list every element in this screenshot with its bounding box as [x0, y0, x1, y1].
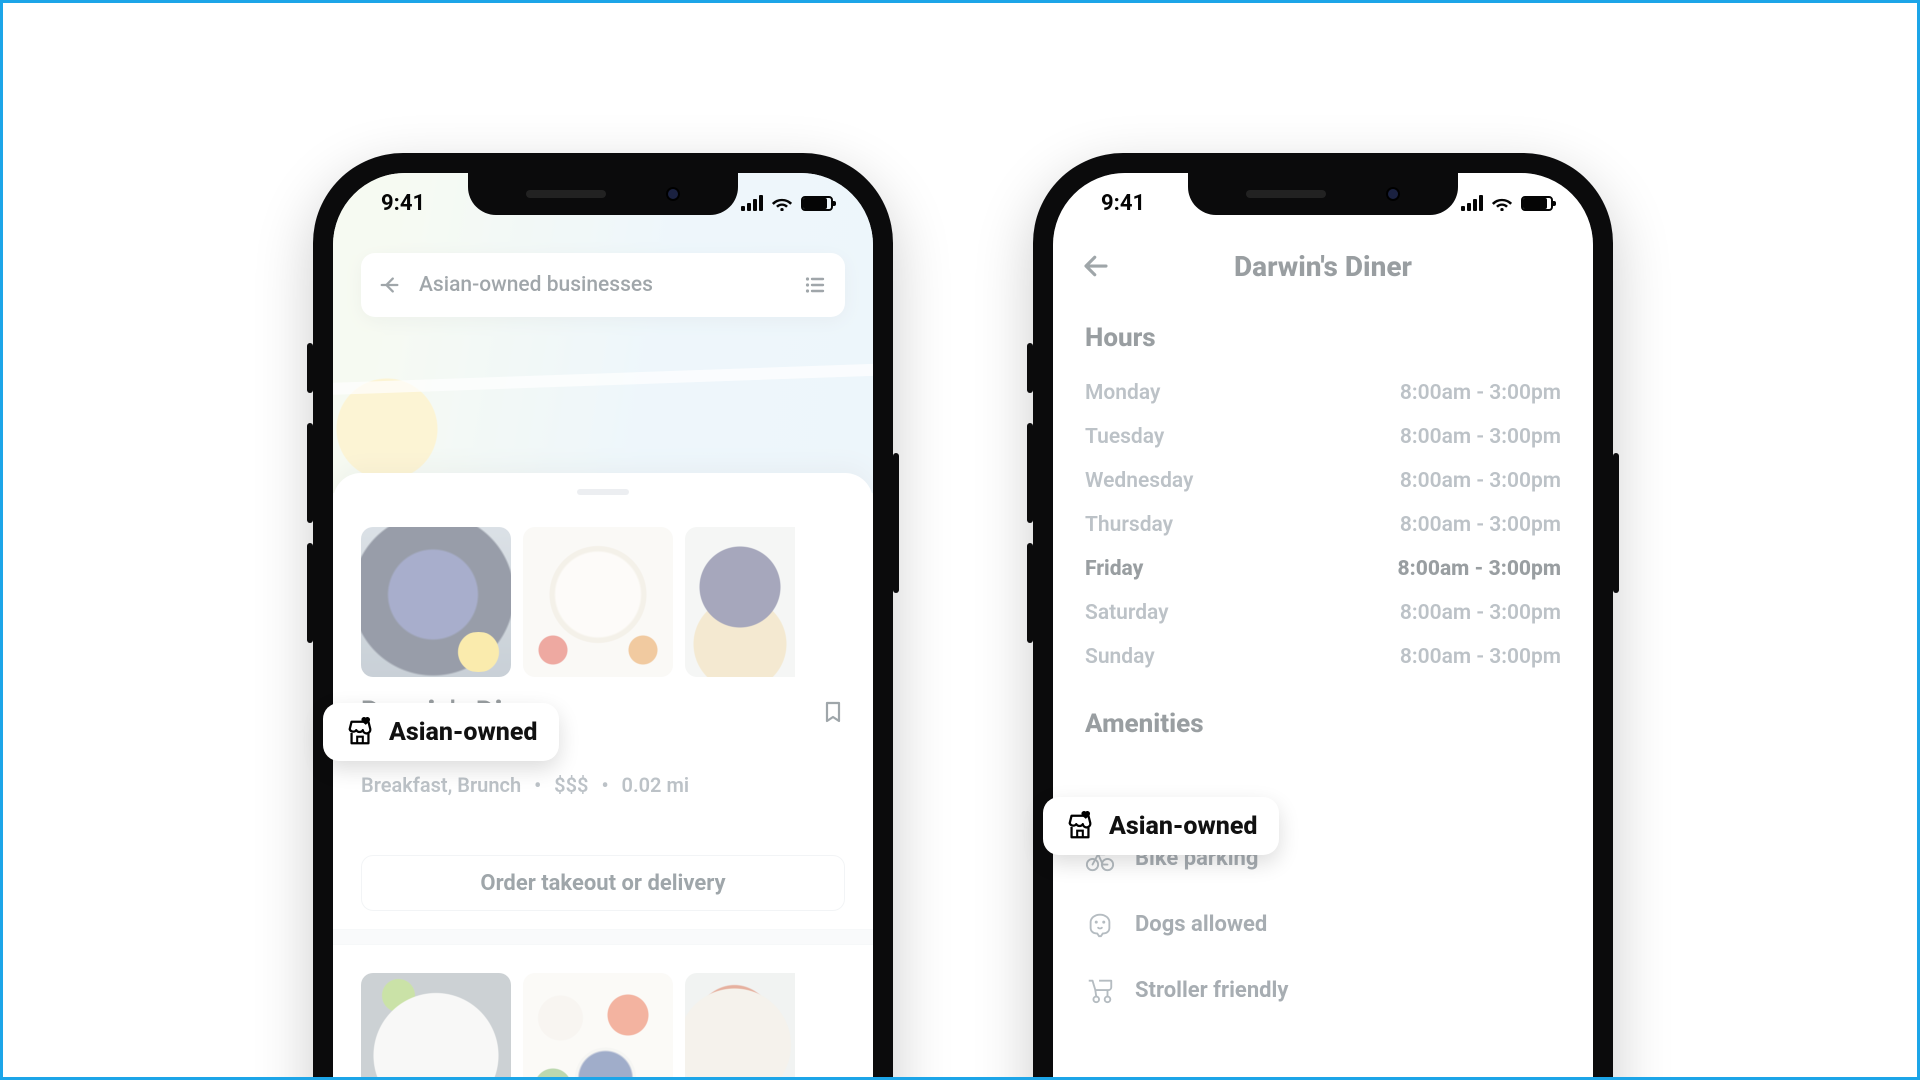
chip-label: Asian-owned	[389, 718, 537, 747]
hours-row-mon: Monday8:00am - 3:00pm	[1085, 371, 1561, 415]
phone-frame-detail: 9:41 Darwin's Diner Hours Monday8:00am -…	[1033, 153, 1613, 1077]
section-divider	[333, 929, 873, 945]
hours-section: Hours Monday8:00am - 3:00pm Tuesday8:00a…	[1053, 303, 1593, 689]
bookmark-icon[interactable]	[821, 697, 845, 727]
attribute-chip-asian-owned[interactable]: Asian-owned	[323, 703, 559, 761]
results-sheet[interactable]: Darwin's Diner 189	[333, 473, 873, 1077]
hours-row-sat: Saturday8:00am - 3:00pm	[1085, 591, 1561, 635]
phone-side-button	[307, 343, 313, 393]
status-time: 9:41	[381, 191, 425, 216]
wifi-icon	[771, 195, 793, 211]
page-title: Darwin's Diner	[1234, 250, 1412, 283]
store-heart-icon	[345, 717, 375, 747]
hours-row-thu: Thursday8:00am - 3:00pm	[1085, 503, 1561, 547]
cellular-icon	[741, 195, 763, 211]
business-photo[interactable]	[523, 973, 673, 1077]
hours-row-wed: Wednesday8:00am - 3:00pm	[1085, 459, 1561, 503]
business-photo[interactable]	[685, 973, 795, 1077]
sheet-grabber[interactable]	[577, 489, 629, 495]
chip-label: Asian-owned	[1109, 812, 1257, 841]
phone-side-button	[307, 543, 313, 643]
back-icon[interactable]	[379, 274, 401, 296]
list-view-icon[interactable]	[803, 273, 827, 297]
hours-row-sun: Sunday8:00am - 3:00pm	[1085, 635, 1561, 679]
detail-header: Darwin's Diner	[1053, 229, 1593, 303]
photo-carousel[interactable]	[361, 973, 845, 1077]
meta-price: $$$	[554, 773, 588, 797]
device-notch	[468, 173, 738, 215]
stroller-icon	[1085, 975, 1115, 1005]
device-notch	[1188, 173, 1458, 215]
dog-icon	[1085, 909, 1115, 939]
amenity-label: Dogs allowed	[1135, 912, 1267, 937]
phone-side-button	[1027, 423, 1033, 523]
amenity-label: Stroller friendly	[1135, 978, 1288, 1003]
business-card[interactable]: Cook's Crazy Rolls	[333, 969, 873, 1077]
hours-row-fri: Friday8:00am - 3:00pm	[1085, 547, 1561, 591]
photo-carousel[interactable]	[361, 527, 845, 677]
amenity-row-stroller-friendly: Stroller friendly	[1085, 957, 1561, 1023]
meta-distance: 0.02 mi	[622, 773, 690, 797]
hours-row-tue: Tuesday8:00am - 3:00pm	[1085, 415, 1561, 459]
screen-detail: 9:41 Darwin's Diner Hours Monday8:00am -…	[1053, 173, 1593, 1077]
battery-icon	[1521, 196, 1553, 211]
business-meta: Breakfast, Brunch • $$$ • 0.02 mi	[361, 773, 845, 797]
phone-side-button	[1613, 453, 1619, 593]
amenity-row-dogs-allowed: Dogs allowed	[1085, 891, 1561, 957]
amenities-heading: Amenities	[1085, 709, 1561, 739]
attribute-chip-asian-owned[interactable]: Asian-owned	[1043, 797, 1279, 855]
business-photo[interactable]	[361, 527, 511, 677]
status-time: 9:41	[1101, 191, 1145, 216]
meta-categories: Breakfast, Brunch	[361, 773, 521, 797]
phone-side-button	[1027, 543, 1033, 643]
screen-search: 9:41 Pier 33 Asian-owned businesses	[333, 173, 873, 1077]
store-heart-icon	[1065, 811, 1095, 841]
business-photo[interactable]	[361, 973, 511, 1077]
amenities-section: Amenities Bike parking Dogs allowed Stro…	[1053, 689, 1593, 1033]
business-photo[interactable]	[523, 527, 673, 677]
order-button-label: Order takeout or delivery	[480, 871, 725, 896]
wifi-icon	[1491, 195, 1513, 211]
hours-heading: Hours	[1085, 323, 1561, 353]
phone-frame-search: 9:41 Pier 33 Asian-owned businesses	[313, 153, 893, 1077]
phone-side-button	[893, 453, 899, 593]
search-query: Asian-owned businesses	[419, 273, 653, 297]
cellular-icon	[1461, 195, 1483, 211]
back-icon[interactable]	[1081, 251, 1111, 281]
battery-icon	[801, 196, 833, 211]
search-bar[interactable]: Asian-owned businesses	[361, 253, 845, 317]
phone-side-button	[307, 423, 313, 523]
map-road	[333, 362, 873, 396]
phone-side-button	[1027, 343, 1033, 393]
business-photo[interactable]	[685, 527, 795, 677]
order-button[interactable]: Order takeout or delivery	[361, 855, 845, 911]
